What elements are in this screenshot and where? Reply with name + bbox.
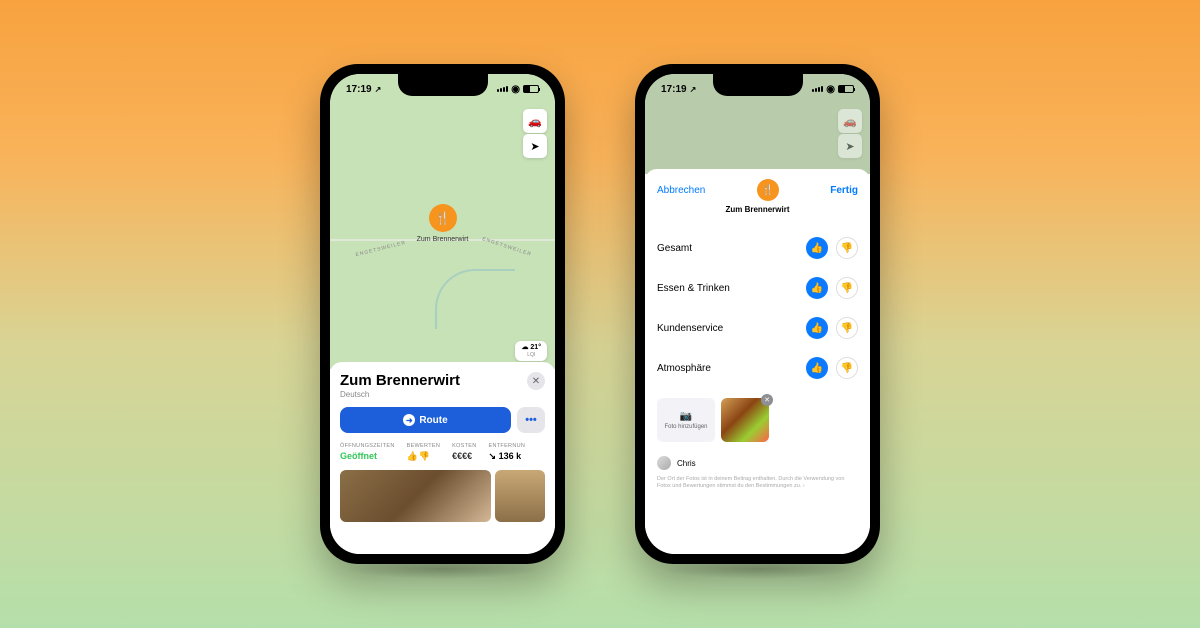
thumb-down-button[interactable]: 👎 [836, 317, 858, 339]
rating-sheet: Abbrechen 🍴 Fertig Zum Brennerwirt Gesam… [645, 169, 870, 554]
cost-value: €€€€ [452, 451, 476, 461]
restaurant-pin-icon: 🍴 [757, 179, 779, 201]
rate-buttons[interactable]: 👍 👎 [407, 451, 440, 462]
status-time: 17:19 [661, 84, 687, 95]
place-title: Zum Brennerwirt [340, 372, 460, 389]
info-row: ÖFFNUNGSZEITEN Geöffnet BEWERTEN 👍 👎 KOS… [340, 443, 545, 462]
disclaimer-text: Der Ort der Fotos ist in deinem Beitrag … [657, 476, 858, 490]
camera-icon: 📷 [680, 411, 692, 422]
place-photo[interactable] [340, 470, 491, 522]
route-button[interactable]: ➜ Route [340, 407, 511, 433]
thumb-down-button[interactable]: 👎 [836, 237, 858, 259]
location-services-icon: ↗ [375, 85, 382, 94]
thumb-up-icon[interactable]: 👍 [407, 451, 418, 462]
hours-label: ÖFFNUNGSZEITEN [340, 443, 395, 449]
screen-left: 17:19 ↗ ◉ 🚗 ➤ 🍴 Zum Brennerwirt ENGETSWE… [330, 74, 555, 554]
cancel-button[interactable]: Abbrechen [657, 185, 705, 196]
route-label: Route [419, 415, 447, 426]
locate-me-button: ➤ [838, 134, 862, 158]
signal-icon [497, 86, 508, 92]
wifi-icon: ◉ [511, 84, 520, 95]
thumb-up-button[interactable]: 👍 [806, 277, 828, 299]
place-photo[interactable] [495, 470, 545, 522]
map-view[interactable]: 🚗 ➤ 🍴 Zum Brennerwirt ENGETSWEILER ENGET… [330, 74, 555, 369]
rating-label: Kundenservice [657, 323, 723, 334]
pin-label: Zum Brennerwirt [417, 236, 469, 243]
user-name: Chris [677, 459, 696, 468]
photo-section: 📷 Foto hinzufügen ✕ [657, 398, 858, 442]
transport-mode-button[interactable]: 🚗 [523, 109, 547, 133]
phone-notch [713, 74, 803, 96]
close-button[interactable]: ✕ [527, 372, 545, 390]
wifi-icon: ◉ [826, 84, 835, 95]
rating-label: Atmosphäre [657, 363, 711, 374]
phone-left: 17:19 ↗ ◉ 🚗 ➤ 🍴 Zum Brennerwirt ENGETSWE… [320, 64, 565, 564]
more-button[interactable]: ••• [517, 407, 545, 433]
rating-list: Gesamt 👍 👎 Essen & Trinken 👍 👎 Kundenser… [657, 228, 858, 388]
rating-label: Gesamt [657, 243, 692, 254]
user-row: Chris [657, 456, 858, 470]
thumb-down-button[interactable]: 👎 [836, 277, 858, 299]
phone-right: 17:19 ↗ ◉ 🚗 ➤ Abbrechen 🍴 Fertig [635, 64, 880, 564]
rating-label: Essen & Trinken [657, 283, 730, 294]
rating-row-essen: Essen & Trinken 👍 👎 [657, 268, 858, 308]
phone-notch [398, 74, 488, 96]
thumb-up-button[interactable]: 👍 [806, 357, 828, 379]
route-icon: ➜ [403, 414, 415, 426]
distance-label: ENTFERNUN [489, 443, 526, 449]
avatar [657, 456, 671, 470]
cost-label: KOSTEN [452, 443, 476, 449]
battery-icon [523, 85, 539, 93]
distance-value: ↘ 136 k [489, 451, 526, 462]
add-photo-label: Foto hinzufügen [664, 424, 707, 430]
rating-row-service: Kundenservice 👍 👎 [657, 308, 858, 348]
thumb-up-button[interactable]: 👍 [806, 237, 828, 259]
restaurant-pin-icon[interactable]: 🍴 [429, 204, 457, 232]
place-card[interactable]: Zum Brennerwirt Deutsch ✕ ➜ Route ••• ÖF… [330, 362, 555, 554]
weather-badge[interactable]: ☁ 21° LQI [515, 341, 547, 361]
map-controls: 🚗 ➤ [523, 109, 547, 158]
weather-sub: LQI [521, 352, 541, 358]
rate-label: BEWERTEN [407, 443, 440, 449]
rating-row-atmosphere: Atmosphäre 👍 👎 [657, 348, 858, 388]
rating-row-gesamt: Gesamt 👍 👎 [657, 228, 858, 268]
hours-value: Geöffnet [340, 451, 395, 461]
location-services-icon: ↗ [690, 85, 697, 94]
map-controls: 🚗 ➤ [838, 109, 862, 158]
remove-photo-button[interactable]: ✕ [761, 394, 773, 406]
thumb-down-button[interactable]: 👎 [836, 357, 858, 379]
transport-mode-button: 🚗 [838, 109, 862, 133]
battery-icon [838, 85, 854, 93]
weather-temp: ☁ 21° [521, 344, 541, 352]
sheet-title: Zum Brennerwirt [657, 205, 858, 214]
locate-me-button[interactable]: ➤ [523, 134, 547, 158]
status-time: 17:19 [346, 84, 372, 95]
map-path [435, 269, 515, 329]
signal-icon [812, 86, 823, 92]
uploaded-photo[interactable]: ✕ [721, 398, 769, 442]
add-photo-button[interactable]: 📷 Foto hinzufügen [657, 398, 715, 442]
photo-row[interactable] [340, 470, 545, 522]
thumb-down-icon[interactable]: 👎 [419, 451, 430, 462]
done-button[interactable]: Fertig [830, 185, 858, 196]
place-subtitle: Deutsch [340, 390, 460, 399]
thumb-up-button[interactable]: 👍 [806, 317, 828, 339]
screen-right: 17:19 ↗ ◉ 🚗 ➤ Abbrechen 🍴 Fertig [645, 74, 870, 554]
